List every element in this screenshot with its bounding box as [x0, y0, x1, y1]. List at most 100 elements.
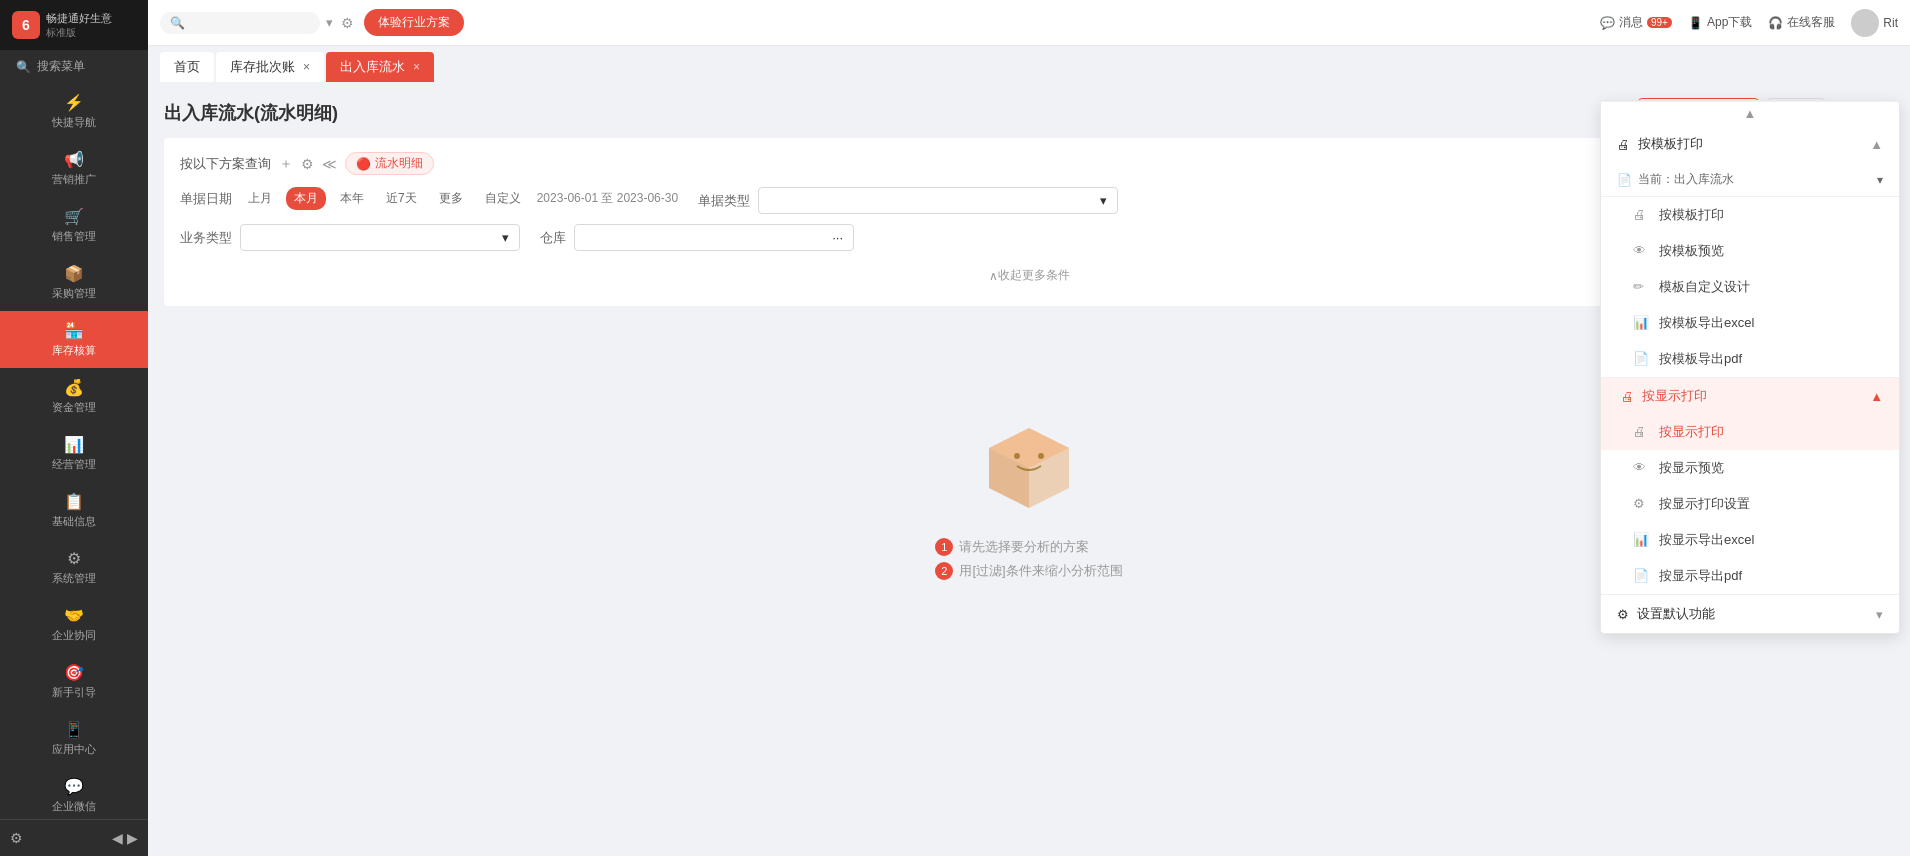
date-option-this-month[interactable]: 本月 [286, 187, 326, 210]
topbar: 🔍 ▾ ⚙ 体验行业方案 💬 消息 99+ 📱 App下载 🎧 在线客服 Rit [148, 0, 1910, 46]
messages-btn[interactable]: 💬 消息 99+ [1600, 14, 1672, 31]
display-settings-icon: ⚙ [1633, 496, 1649, 512]
search-menu[interactable]: 🔍 搜索菜单 [0, 50, 148, 83]
weixin-icon: 💬 [64, 777, 84, 796]
filter-warehouse-select[interactable]: ··· [574, 224, 854, 251]
settings-footer-btn[interactable]: ⚙ [10, 830, 23, 846]
current-template-label: 当前：出入库流水 [1638, 171, 1734, 188]
display-print-icon: 🖨 [1633, 424, 1649, 440]
tab-stock-flow[interactable]: 出入库流水 × [326, 52, 434, 82]
template-print-item-icon: 🖨 [1633, 207, 1649, 223]
panel-item-display-settings[interactable]: ⚙ 按显示打印设置 [1601, 486, 1899, 522]
app-logo: 6 畅捷通好生意 标准版 [0, 0, 148, 50]
display-preview-label: 按显示预览 [1659, 459, 1724, 477]
panel-item-template-print[interactable]: 🖨 按模板打印 [1601, 197, 1899, 233]
svg-point-4 [1014, 453, 1020, 459]
panel-scroll-up[interactable]: ▲ [1601, 101, 1899, 125]
filter-add-btn[interactable]: ＋ [279, 155, 293, 173]
sidebar-item-weixin[interactable]: 💬 企业微信 [0, 767, 148, 819]
user-avatar-btn[interactable]: Rit [1851, 9, 1898, 37]
panel-item-template-custom[interactable]: ✏ 模板自定义设计 [1601, 269, 1899, 305]
panel-item-display-preview[interactable]: 👁 按显示预览 [1601, 450, 1899, 486]
collapse-icon: ∧ [989, 269, 998, 283]
panel-item-display-excel[interactable]: 📊 按显示导出excel [1601, 522, 1899, 558]
basic-icon: 📋 [64, 492, 84, 511]
template-custom-icon: ✏ [1633, 279, 1649, 295]
sidebar-item-shortcuts[interactable]: ⚡ 快捷导航 [0, 83, 148, 140]
tab-batch-account[interactable]: 库存批次账 × [216, 52, 324, 82]
online-service-btn[interactable]: 🎧 在线客服 [1768, 14, 1835, 31]
display-excel-icon: 📊 [1633, 532, 1649, 548]
default-function-header[interactable]: ⚙ 设置默认功能 ▾ [1601, 595, 1899, 633]
sidebar-item-marketing[interactable]: 📢 营销推广 [0, 140, 148, 197]
industry-solution-btn[interactable]: 体验行业方案 [364, 9, 464, 36]
default-function-chevron: ▾ [1876, 607, 1883, 622]
display-settings-label: 按显示打印设置 [1659, 495, 1750, 513]
search-menu-label: 搜索菜单 [37, 58, 85, 75]
collapse-footer-btn[interactable]: ◀ ▶ [112, 830, 138, 846]
sidebar-item-inventory[interactable]: 🏪 库存核算 [0, 311, 148, 368]
topbar-dropdown-btn[interactable]: ▾ [326, 15, 333, 30]
system-icon: ⚙ [67, 549, 81, 568]
current-chevron[interactable]: ▾ [1877, 173, 1883, 187]
template-excel-label: 按模板导出excel [1659, 314, 1754, 332]
filter-type-item: 单据类型 ▾ [698, 187, 1118, 214]
template-print-header-label: 按模板打印 [1638, 135, 1703, 153]
filter-collapse-btn[interactable]: ≪ [322, 156, 337, 172]
filter-warehouse-item: 仓库 ··· [540, 224, 880, 251]
panel-item-template-preview[interactable]: 👁 按模板预览 [1601, 233, 1899, 269]
app-download-btn[interactable]: 📱 App下载 [1688, 14, 1752, 31]
date-option-custom[interactable]: 自定义 [477, 187, 529, 210]
sidebar-item-guide[interactable]: 🎯 新手引导 [0, 653, 148, 710]
page-title: 出入库流水(流水明细) [164, 101, 338, 125]
sidebar-item-sales[interactable]: 🛒 销售管理 [0, 197, 148, 254]
filter-business-select[interactable]: ▾ [240, 224, 520, 251]
filter-date-label: 单据日期 [180, 190, 232, 208]
panel-item-template-pdf[interactable]: 📄 按模板导出pdf [1601, 341, 1899, 377]
marketing-icon: 📢 [64, 150, 84, 169]
date-option-this-year[interactable]: 本年 [332, 187, 372, 210]
content-area: 出入库流水(流水明细) 🖨 按模板打印 ▲ ↑ 导出 ↺ 刷新 [148, 82, 1910, 856]
filter-tag[interactable]: 🔴 流水明细 [345, 152, 434, 175]
date-option-7days[interactable]: 近7天 [378, 187, 425, 210]
date-option-more[interactable]: 更多 [431, 187, 471, 210]
date-option-last-month[interactable]: 上月 [240, 187, 280, 210]
panel-item-display-pdf[interactable]: 📄 按显示导出pdf [1601, 558, 1899, 594]
display-print-section-header[interactable]: 🖨 按显示打印 ▲ [1601, 378, 1899, 414]
filter-tag-label: 流水明细 [375, 155, 423, 172]
sidebar-item-appcenter[interactable]: 📱 应用中心 [0, 710, 148, 767]
topbar-search-input[interactable] [185, 16, 310, 30]
panel-item-template-excel[interactable]: 📊 按模板导出excel [1601, 305, 1899, 341]
topbar-settings-icon[interactable]: ⚙ [341, 15, 354, 31]
sidebar-item-basic[interactable]: 📋 基础信息 [0, 482, 148, 539]
template-preview-label: 按模板预览 [1659, 242, 1724, 260]
sidebar-item-system[interactable]: ⚙ 系统管理 [0, 539, 148, 596]
filter-type-select[interactable]: ▾ [758, 187, 1118, 214]
sidebar-item-enterprise[interactable]: 🤝 企业协同 [0, 596, 148, 653]
sidebar-item-purchase[interactable]: 📦 采购管理 [0, 254, 148, 311]
filter-type-label: 单据类型 [698, 192, 750, 210]
warehouse-more-icon: ··· [832, 230, 843, 245]
template-excel-icon: 📊 [1633, 315, 1649, 331]
tab-stock-flow-close[interactable]: × [413, 60, 420, 74]
current-icon: 📄 [1617, 173, 1632, 187]
main-area: 🔍 ▾ ⚙ 体验行业方案 💬 消息 99+ 📱 App下载 🎧 在线客服 Rit [148, 0, 1910, 856]
filter-setting-btn[interactable]: ⚙ [301, 156, 314, 172]
messages-badge: 99+ [1647, 17, 1672, 28]
filter-business-item: 业务类型 ▾ [180, 224, 520, 251]
template-print-section-header[interactable]: 🖨 按模板打印 ▲ [1601, 125, 1899, 163]
display-pdf-label: 按显示导出pdf [1659, 567, 1742, 585]
tab-batch-account-close[interactable]: × [303, 60, 310, 74]
current-template-indicator: 📄 当前：出入库流水 ▾ [1601, 163, 1899, 197]
filter-header-title: 按以下方案查询 [180, 155, 271, 173]
panel-item-display-print[interactable]: 🖨 按显示打印 [1601, 414, 1899, 450]
topbar-right: 💬 消息 99+ 📱 App下载 🎧 在线客服 Rit [1600, 9, 1898, 37]
empty-step-1: 1 请先选择要分析的方案 [935, 538, 1122, 556]
topbar-search-box[interactable]: 🔍 [160, 12, 320, 34]
topbar-search-icon: 🔍 [170, 16, 185, 30]
tab-home[interactable]: 首页 [160, 52, 214, 82]
sidebar-item-finance[interactable]: 💰 资金管理 [0, 368, 148, 425]
sidebar-item-operations[interactable]: 📊 经营管理 [0, 425, 148, 482]
display-section-chevron: ▲ [1870, 389, 1883, 404]
empty-svg [969, 418, 1089, 518]
